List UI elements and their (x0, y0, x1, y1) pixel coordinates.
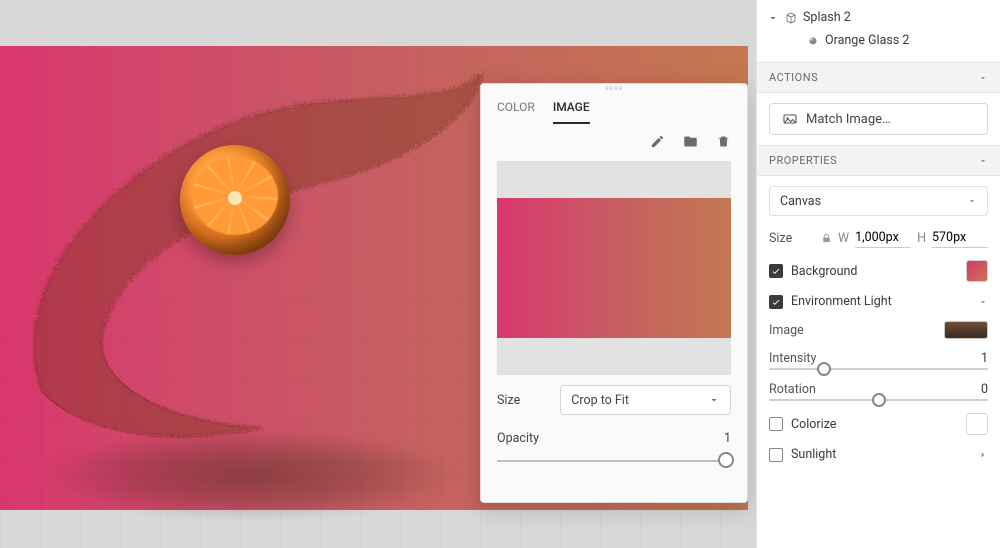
opacity-slider[interactable] (481, 446, 747, 472)
intensity-slider[interactable] (769, 366, 988, 370)
colorize-label: Colorize (791, 417, 836, 432)
env-image-thumb[interactable] (944, 321, 988, 339)
sunlight-label: Sunlight (791, 447, 836, 462)
match-image-button[interactable]: Match Image… (769, 103, 988, 135)
size-label: Size (497, 393, 520, 408)
rotation-value: 0 (981, 382, 988, 397)
height-input[interactable] (932, 228, 988, 248)
cube-icon (785, 12, 797, 24)
image-preview[interactable] (497, 161, 731, 375)
background-checkbox[interactable]: Background (769, 264, 857, 279)
image-preview-thumb (497, 198, 731, 338)
height-label: H (917, 231, 926, 246)
check-icon (771, 297, 781, 307)
size-select-value: Crop to Fit (571, 393, 629, 408)
size-select[interactable]: Crop to Fit (560, 385, 731, 415)
canvas-select-label: Canvas (780, 194, 821, 209)
tab-color[interactable]: COLOR (497, 100, 535, 124)
orange-object[interactable] (180, 145, 290, 255)
chevron-down-icon[interactable] (978, 297, 988, 307)
tab-image[interactable]: IMAGE (553, 100, 590, 124)
folder-icon[interactable] (683, 134, 698, 153)
background-color-swatch[interactable] (966, 260, 988, 282)
scene-item-label: Orange Glass 2 (825, 33, 909, 48)
colorize-checkbox[interactable]: Colorize (769, 417, 836, 432)
lock-icon[interactable] (821, 233, 832, 244)
material-icon (807, 35, 819, 47)
properties-header[interactable]: PROPERTIES (757, 145, 1000, 176)
match-image-label: Match Image… (806, 112, 891, 127)
size-label: Size (769, 231, 792, 246)
match-image-icon (782, 111, 798, 127)
intensity-value: 1 (981, 351, 988, 366)
scene-item-splash[interactable]: Splash 2 (767, 6, 990, 29)
width-input[interactable] (855, 228, 911, 248)
popover-tabs: COLOR IMAGE (481, 92, 747, 124)
rotation-label: Rotation (769, 382, 816, 397)
background-label: Background (791, 264, 857, 279)
check-icon (771, 266, 781, 276)
trash-icon[interactable] (716, 134, 731, 153)
colorize-swatch[interactable] (966, 413, 988, 435)
env-light-checkbox[interactable]: Environment Light (769, 294, 892, 309)
opacity-value: 1 (724, 431, 731, 446)
background-image-popover: ≡≡≡≡ COLOR IMAGE Size Crop to Fit Opacit… (480, 83, 748, 503)
scene-item-label: Splash 2 (803, 10, 851, 25)
chevron-down-icon (978, 156, 988, 166)
scene-tree: Splash 2 Orange Glass 2 (757, 0, 1000, 62)
chevron-down-icon (767, 12, 779, 24)
scene-item-material[interactable]: Orange Glass 2 (767, 29, 990, 52)
object-shadow (40, 430, 460, 520)
properties-header-label: PROPERTIES (769, 154, 837, 167)
sunlight-checkbox[interactable]: Sunlight (769, 447, 836, 462)
env-image-label: Image (769, 323, 804, 338)
chevron-down-icon (708, 394, 720, 406)
intensity-label: Intensity (769, 351, 816, 366)
width-label: W (838, 231, 849, 246)
actions-header[interactable]: ACTIONS (757, 62, 1000, 93)
chevron-down-icon (978, 73, 988, 83)
chevron-right-icon[interactable] (978, 450, 988, 460)
popover-grip[interactable]: ≡≡≡≡ (481, 84, 747, 92)
actions-header-label: ACTIONS (769, 71, 818, 84)
chevron-down-icon (967, 196, 977, 206)
rotation-slider[interactable] (769, 397, 988, 401)
env-light-label: Environment Light (791, 294, 892, 309)
edit-icon[interactable] (650, 134, 665, 153)
opacity-label: Opacity (497, 431, 539, 446)
canvas-select[interactable]: Canvas (769, 186, 988, 216)
right-panel: Splash 2 Orange Glass 2 ACTIONS Match Im… (756, 0, 1000, 548)
